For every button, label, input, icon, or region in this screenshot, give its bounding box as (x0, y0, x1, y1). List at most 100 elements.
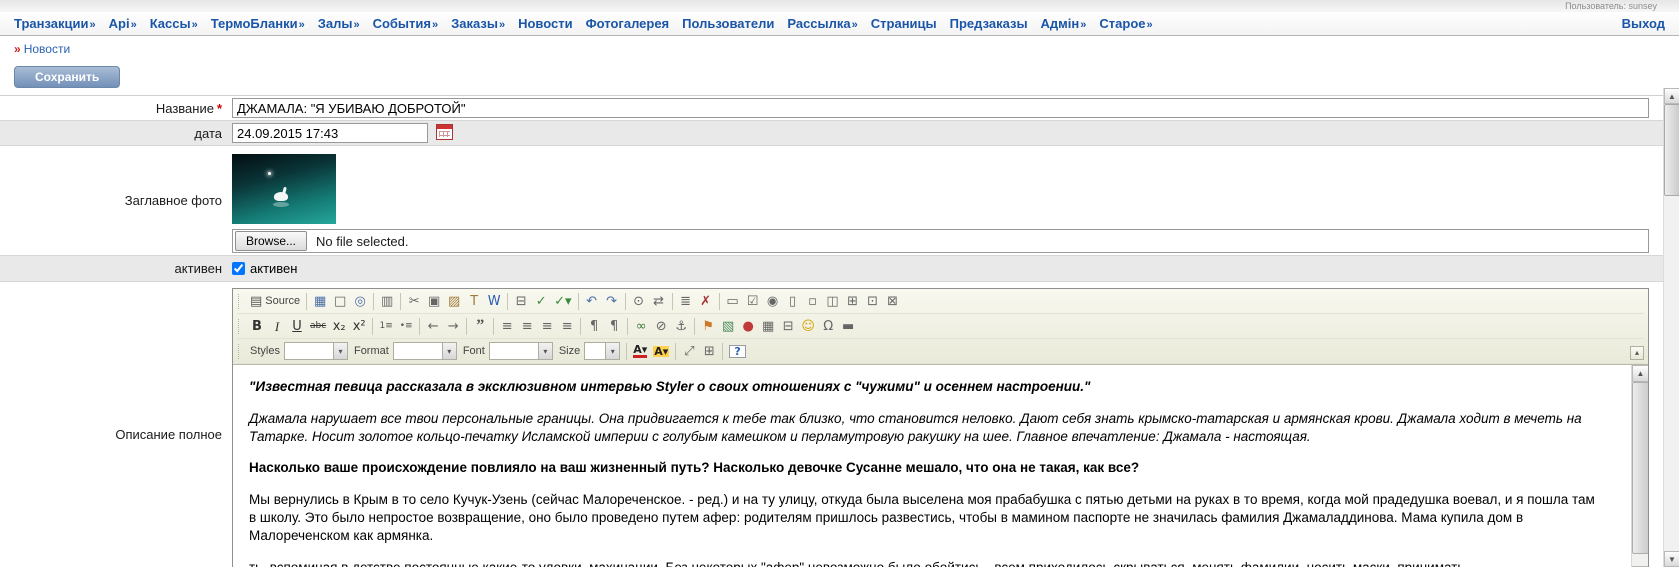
about-icon[interactable]: ? (726, 341, 748, 361)
menu-item-rassylka[interactable]: Рассылка» (787, 16, 857, 31)
ltr-icon[interactable]: ¶ (584, 316, 604, 336)
print-icon[interactable]: ⊟ (511, 291, 531, 311)
editor-content-area[interactable]: "Известная певица рассказала в эксклюзив… (233, 365, 1648, 567)
radio-field-icon[interactable]: ◉ (763, 291, 783, 311)
select-all-icon[interactable]: ≣ (676, 291, 696, 311)
editor-scroll-thumb[interactable] (1632, 382, 1648, 554)
new-page-icon[interactable]: □ (330, 291, 350, 311)
align-left-icon[interactable]: ≡ (497, 316, 517, 336)
page-break-icon[interactable]: ▬ (838, 316, 858, 336)
show-blocks-icon[interactable]: ⊞ (699, 341, 719, 361)
indent-icon[interactable]: → (443, 316, 463, 336)
menu-item-staroe[interactable]: Старое» (1099, 16, 1152, 31)
menu-item-sobytiya[interactable]: События» (373, 16, 439, 31)
align-center-icon[interactable]: ≡ (517, 316, 537, 336)
scayt-icon[interactable]: ✓▾ (551, 291, 574, 311)
date-input[interactable] (232, 123, 428, 143)
rtl-icon[interactable]: ¶ (604, 316, 624, 336)
menu-item-zakazy[interactable]: Заказы» (451, 16, 505, 31)
form-icon[interactable]: ▭ (723, 291, 743, 311)
paste-text-icon[interactable]: T (464, 291, 484, 311)
calendar-icon[interactable] (436, 124, 453, 141)
maximize-icon[interactable]: ⤢ (679, 341, 699, 361)
unlink-icon[interactable]: ⊘ (651, 316, 671, 336)
copy-icon[interactable]: ▣ (424, 291, 444, 311)
text-field-icon[interactable]: ▯ (783, 291, 803, 311)
textarea-field-icon[interactable]: ▫ (803, 291, 823, 311)
align-justify-icon[interactable]: ≡ (557, 316, 577, 336)
page-scroll-down-button[interactable]: ▼ (1664, 551, 1679, 567)
styles-select[interactable]: ▾ (283, 342, 348, 360)
replace-icon[interactable]: ⇄ (649, 291, 669, 311)
editor-scrollbar[interactable]: ▲ ▼ (1631, 365, 1648, 567)
text-color-icon[interactable]: A▾ (630, 341, 650, 361)
logout-link[interactable]: Выход (1622, 16, 1665, 31)
link-icon[interactable]: ∞ (631, 316, 651, 336)
bg-color-icon[interactable]: A▾ (650, 341, 672, 361)
anchor-icon[interactable]: ⚓ (671, 316, 691, 336)
size-select[interactable]: ▾ (584, 342, 621, 360)
blockquote-icon[interactable]: ” (470, 316, 490, 336)
source-button[interactable]: ▤ Source (247, 291, 303, 311)
special-char-icon[interactable]: Ω (818, 316, 838, 336)
find-icon[interactable]: ⊙ (629, 291, 649, 311)
button-field-icon[interactable]: ⊞ (843, 291, 863, 311)
remove-format-icon[interactable]: ✗ (696, 291, 716, 311)
menu-item-stranicy[interactable]: Страницы (871, 16, 937, 31)
menu-item-api[interactable]: Api» (109, 16, 137, 31)
menu-item-kassy[interactable]: Кассы» (150, 16, 198, 31)
align-right-icon[interactable]: ≡ (537, 316, 557, 336)
menu-item-predzakazy[interactable]: Предзаказы (950, 16, 1028, 31)
bulleted-list-icon[interactable]: •≡ (396, 316, 416, 336)
templates-icon-glyph: ▥ (381, 293, 394, 309)
menu-item-termoblanki[interactable]: ТермоБланки» (211, 16, 305, 31)
print-icon-glyph: ⊟ (515, 293, 527, 309)
breadcrumb-link-news[interactable]: Новости (24, 42, 70, 56)
cut-icon[interactable]: ✂ (404, 291, 424, 311)
hidden-field-icon[interactable]: ⊠ (883, 291, 903, 311)
strike-button[interactable]: abc (307, 316, 329, 336)
spellcheck-icon[interactable]: ✓ (531, 291, 551, 311)
italic-button[interactable]: I (267, 316, 287, 336)
smiley-icon[interactable]: ☺ (798, 316, 818, 336)
menu-item-polzovateli[interactable]: Пользователи (682, 16, 774, 31)
page-scroll-up-button[interactable]: ▲ (1664, 88, 1679, 104)
numbered-list-icon[interactable]: 1≡ (376, 316, 396, 336)
flag-icon[interactable]: ⚑ (698, 316, 718, 336)
menu-item-transakcii[interactable]: Транзакции» (14, 16, 96, 31)
table-icon[interactable]: ▦ (758, 316, 778, 336)
format-select-label: Format (353, 345, 389, 357)
paste-word-icon[interactable]: W (484, 291, 504, 311)
templates-icon[interactable]: ▥ (377, 291, 397, 311)
bold-button[interactable]: B (247, 316, 267, 336)
image-button-icon[interactable]: ⊡ (863, 291, 883, 311)
toolbar-collapse-button[interactable]: ▴ (1630, 346, 1644, 360)
underline-button[interactable]: U (287, 316, 307, 336)
menu-item-zaly[interactable]: Залы» (318, 16, 360, 31)
image-icon[interactable]: ▧ (718, 316, 738, 336)
outdent-icon[interactable]: ← (423, 316, 443, 336)
checkbox-field-icon[interactable]: ☑ (743, 291, 763, 311)
save-icon[interactable]: ▦ (310, 291, 330, 311)
paste-icon[interactable]: ▨ (444, 291, 464, 311)
editor-scroll-up-button[interactable]: ▲ (1632, 365, 1648, 382)
title-input[interactable] (232, 98, 1649, 118)
undo-icon[interactable]: ↶ (582, 291, 602, 311)
subscript-button[interactable]: x₂ (329, 316, 349, 336)
menu-item-admin[interactable]: Адмін» (1041, 16, 1087, 31)
format-select[interactable]: ▾ (392, 342, 457, 360)
preview-icon[interactable]: ◎ (350, 291, 370, 311)
select-field-icon[interactable]: ◫ (823, 291, 843, 311)
font-select[interactable]: ▾ (488, 342, 553, 360)
page-scrollbar[interactable]: ▲ ▼ (1663, 88, 1679, 567)
browse-button[interactable]: Browse... (235, 231, 308, 251)
save-button[interactable]: Сохранить (14, 66, 121, 88)
flash-icon[interactable]: ● (738, 316, 758, 336)
page-scroll-thumb[interactable] (1664, 104, 1679, 196)
hr-icon[interactable]: ⊟ (778, 316, 798, 336)
superscript-button[interactable]: x² (349, 316, 369, 336)
menu-item-novosti[interactable]: Новости (518, 16, 573, 31)
redo-icon[interactable]: ↷ (602, 291, 622, 311)
menu-item-fotogalereya[interactable]: Фотогалерея (586, 16, 670, 31)
active-checkbox[interactable] (232, 262, 245, 275)
